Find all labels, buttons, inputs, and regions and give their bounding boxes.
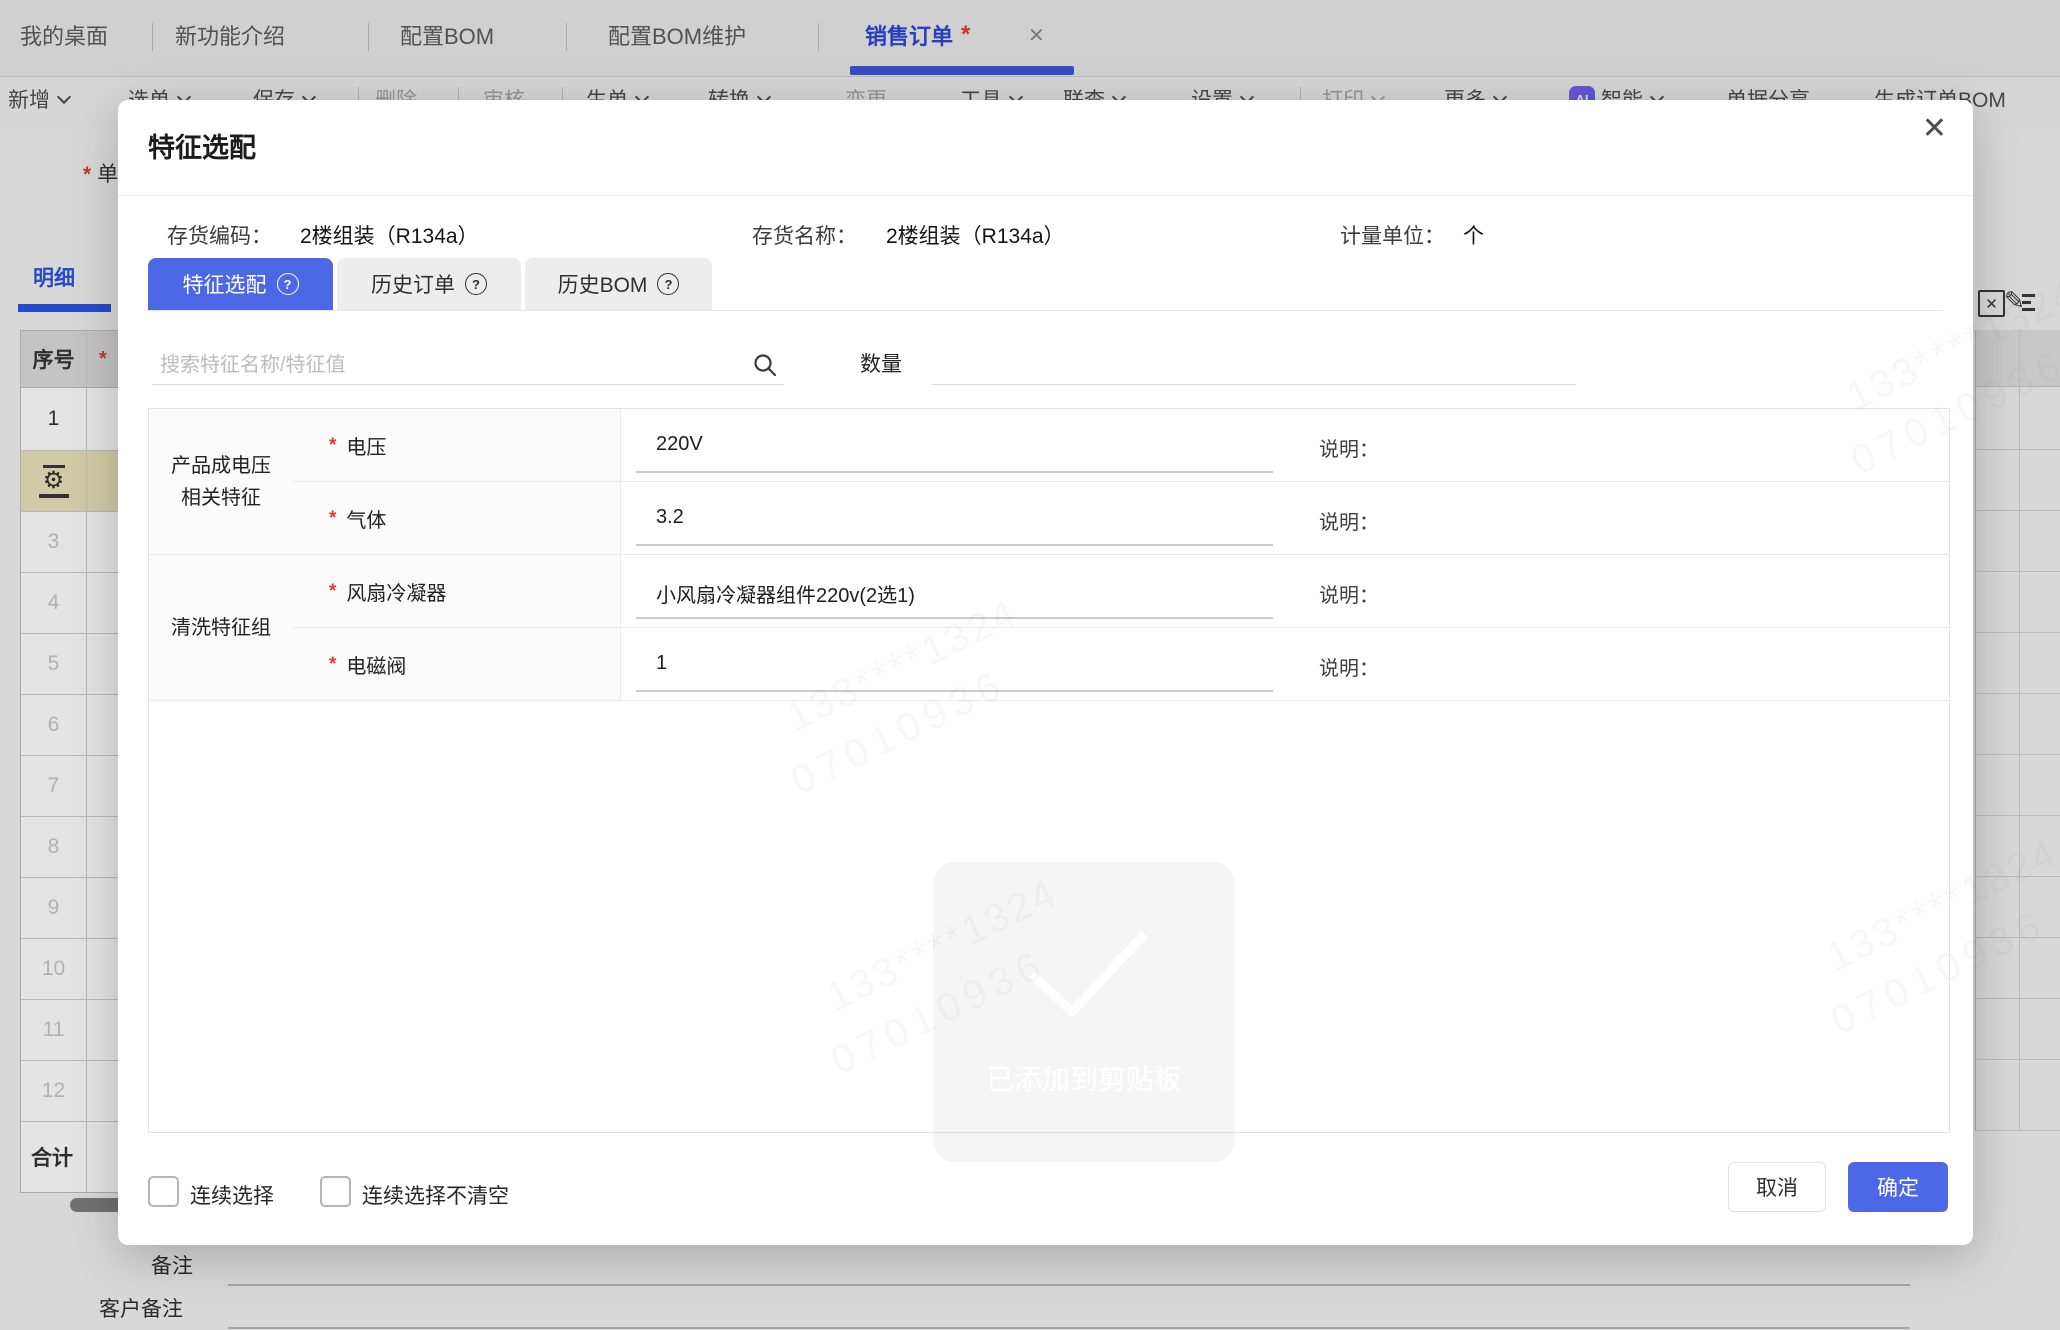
feature-input-underline[interactable] — [636, 690, 1273, 692]
toast-message: 已添加到剪贴板 — [985, 1064, 1182, 1095]
question-icon[interactable]: ? — [465, 273, 487, 295]
feature-group-voltage: 产品成电压相关特征 — [149, 409, 294, 555]
dialog-title: 特征选配 — [148, 133, 256, 163]
row-divider — [293, 481, 1949, 482]
required-icon: * — [329, 507, 337, 529]
feature-label-voltage: * 电压 — [293, 409, 621, 482]
note-label: 说明： — [1319, 512, 1379, 534]
check-icon — [1029, 896, 1148, 1019]
unit-label: 计量单位： — [1340, 225, 1445, 248]
feature-group-cleaning: 清洗特征组 — [149, 555, 294, 701]
tab-history-bom[interactable]: 历史BOM ? — [525, 258, 712, 310]
feature-label-gas: * 气体 — [293, 482, 621, 555]
continuous-select-label: 连续选择 — [190, 1185, 274, 1208]
tab-history-orders[interactable]: 历史订单 ? — [337, 258, 521, 310]
feature-selection-dialog: 特征选配 ✕ 存货编码： 2楼组装（R134a） 存货名称： 2楼组装（R134… — [118, 100, 1973, 1245]
group-divider — [149, 554, 1949, 555]
dialog-close-icon[interactable]: ✕ — [1922, 114, 1947, 144]
feature-value-voltage[interactable]: 220V — [656, 433, 703, 456]
item-name-label: 存货名称： — [752, 225, 857, 248]
clipboard-toast: 已添加到剪贴板 — [933, 862, 1235, 1162]
feature-value-solenoid-valve[interactable]: 1 — [656, 652, 667, 675]
quantity-input[interactable] — [938, 353, 1562, 378]
quantity-field — [932, 340, 1576, 385]
feature-label-solenoid-valve: * 电磁阀 — [293, 628, 621, 701]
item-code-value: 2楼组装（R134a） — [300, 225, 479, 248]
search-input[interactable] — [158, 353, 722, 378]
feature-value-fan-condenser[interactable]: 小风扇冷凝器组件220v(2选1) — [656, 579, 915, 608]
note-label: 说明： — [1319, 439, 1379, 461]
required-icon: * — [329, 580, 337, 602]
continuous-select-keep-label: 连续选择不清空 — [362, 1185, 509, 1208]
row-divider — [293, 627, 1949, 628]
continuous-select-checkbox[interactable] — [148, 1176, 179, 1207]
dialog-header-divider — [118, 195, 1973, 196]
feature-value-gas[interactable]: 3.2 — [656, 506, 684, 529]
feature-label-fan-condenser: * 风扇冷凝器 — [293, 555, 621, 628]
feature-search-field — [152, 340, 784, 385]
confirm-button[interactable]: 确定 — [1848, 1162, 1948, 1212]
row-divider — [149, 700, 1949, 701]
tab-feature-selection[interactable]: 特征选配 ? — [148, 258, 333, 310]
feature-input-underline[interactable] — [636, 544, 1273, 546]
feature-input-underline[interactable] — [636, 471, 1273, 473]
question-icon[interactable]: ? — [276, 273, 299, 295]
feature-input-underline[interactable] — [636, 617, 1273, 619]
required-icon: * — [329, 653, 337, 675]
note-label: 说明： — [1319, 658, 1379, 680]
search-icon[interactable] — [752, 352, 778, 378]
quantity-label: 数量 — [860, 353, 902, 376]
question-icon[interactable]: ? — [657, 273, 680, 295]
item-code-label: 存货编码： — [167, 225, 272, 248]
continuous-select-keep-checkbox[interactable] — [320, 1176, 351, 1207]
tabs-divider — [148, 310, 1943, 311]
note-label: 说明： — [1319, 585, 1379, 607]
cancel-button[interactable]: 取消 — [1728, 1162, 1826, 1212]
item-name-value: 2楼组装（R134a） — [886, 225, 1065, 248]
required-icon: * — [329, 434, 337, 456]
unit-value: 个 — [1463, 225, 1484, 248]
